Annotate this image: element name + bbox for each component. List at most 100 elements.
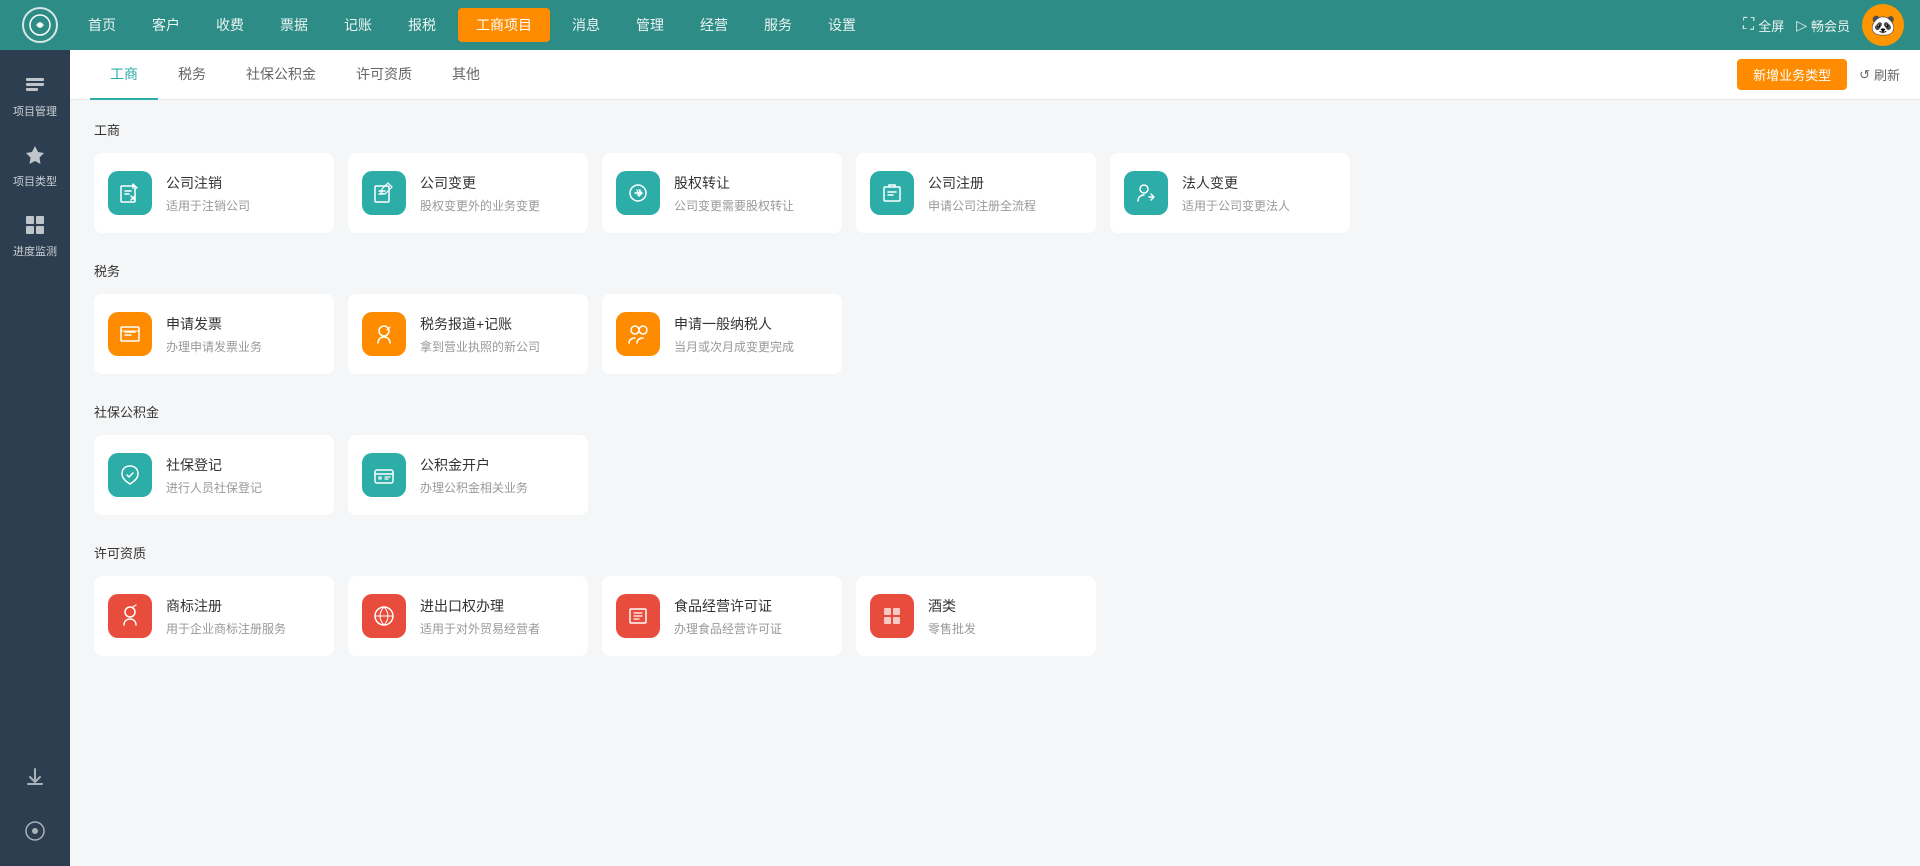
card-info-company-register: 公司注册 申请公司注册全流程	[928, 173, 1036, 214]
sidebar-download-button[interactable]	[0, 752, 70, 802]
logo-icon	[22, 7, 58, 43]
section-title-license: 许可资质	[94, 543, 1896, 562]
svg-text:¥: ¥	[636, 188, 641, 198]
content-area: 工商 税务 社保公积金 许可资质 其他 新增业务类型 ↺ 刷新 工商	[70, 50, 1920, 866]
nav-menu: 首页 客户 收费 票据 记账 报税 工商项目 消息 管理 经营 服务 设置	[70, 0, 1743, 50]
card-icon-import-export	[362, 594, 406, 638]
tab-tax[interactable]: 税务	[158, 50, 226, 100]
tab-actions: 新增业务类型 ↺ 刷新	[1737, 59, 1900, 90]
card-icon-apply-invoice	[108, 312, 152, 356]
card-name-food-license: 食品经营许可证	[674, 596, 782, 616]
card-name-trademark: 商标注册	[166, 596, 286, 616]
member-button[interactable]: ▷ 畅会员	[1796, 16, 1850, 35]
top-navigation: 首页 客户 收费 票据 记账 报税 工商项目 消息 管理 经营 服务 设置 ⛶ …	[0, 0, 1920, 50]
fullscreen-button[interactable]: ⛶ 全屏	[1743, 16, 1784, 35]
card-desc-alcohol: 零售批发	[928, 620, 976, 637]
card-desc-company-register: 申请公司注册全流程	[928, 197, 1036, 214]
refresh-button[interactable]: ↺ 刷新	[1859, 65, 1900, 84]
sidebar-item-project-type[interactable]: 项目类型	[0, 130, 70, 200]
nav-home[interactable]: 首页	[70, 0, 134, 50]
cards-grid-business: 公司注销 适用于注销公司	[94, 153, 1896, 233]
card-provident-fund[interactable]: 公积金开户 办理公积金相关业务	[348, 435, 588, 515]
card-desc-provident-fund: 办理公积金相关业务	[420, 479, 528, 496]
card-info-import-export: 进出口权办理 适用于对外贸易经营者	[420, 596, 540, 637]
nav-management[interactable]: 管理	[618, 0, 682, 50]
card-legal-change[interactable]: 法人变更 适用于公司变更法人	[1110, 153, 1350, 233]
sidebar-item-progress-monitor[interactable]: 进度监测	[0, 200, 70, 270]
add-business-type-button[interactable]: 新增业务类型	[1737, 59, 1847, 90]
card-info-general-taxpayer: 申请一般纳税人 当月或次月成变更完成	[674, 314, 794, 355]
progress-monitor-icon	[21, 211, 49, 239]
card-name-legal-change: 法人变更	[1182, 173, 1290, 193]
sidebar-item-project-management[interactable]: 项目管理	[0, 60, 70, 130]
card-name-company-change: 公司变更	[420, 173, 540, 193]
card-name-general-taxpayer: 申请一般纳税人	[674, 314, 794, 334]
card-icon-tax-bookkeeping	[362, 312, 406, 356]
section-social-security: 社保公积金 社保登记 进行人员社保登记	[94, 402, 1896, 515]
fullscreen-icon: ⛶	[1743, 16, 1754, 34]
card-info-trademark: 商标注册 用于企业商标注册服务	[166, 596, 286, 637]
card-company-register[interactable]: 公司注册 申请公司注册全流程	[856, 153, 1096, 233]
card-name-company-register: 公司注册	[928, 173, 1036, 193]
card-desc-company-deregister: 适用于注销公司	[166, 197, 250, 214]
card-company-deregister[interactable]: 公司注销 适用于注销公司	[94, 153, 334, 233]
nav-customer[interactable]: 客户	[134, 0, 198, 50]
card-food-license[interactable]: 食品经营许可证 办理食品经营许可证	[602, 576, 842, 656]
nav-right: ⛶ 全屏 ▷ 畅会员 🐼	[1743, 4, 1920, 46]
nav-business[interactable]: 工商项目	[458, 8, 550, 42]
card-icon-company-deregister	[108, 171, 152, 215]
sidebar-label-project-type: 项目类型	[13, 173, 57, 189]
nav-operation[interactable]: 经营	[682, 0, 746, 50]
tab-business[interactable]: 工商	[90, 50, 158, 100]
card-alcohol[interactable]: 酒类 零售批发	[856, 576, 1096, 656]
card-tax-bookkeeping[interactable]: 税务报道+记账 拿到营业执照的新公司	[348, 294, 588, 374]
card-name-import-export: 进出口权办理	[420, 596, 540, 616]
section-title-tax: 税务	[94, 261, 1896, 280]
card-desc-trademark: 用于企业商标注册服务	[166, 620, 286, 637]
card-icon-company-change	[362, 171, 406, 215]
scroll-content: 工商 公司注销 适用于注销公司	[70, 100, 1920, 866]
card-company-change[interactable]: 公司变更 股权变更外的业务变更	[348, 153, 588, 233]
card-equity-transfer[interactable]: ¥ 股权转让 公司变更需要股权转让	[602, 153, 842, 233]
nav-fee[interactable]: 收费	[198, 0, 262, 50]
card-icon-equity-transfer: ¥	[616, 171, 660, 215]
card-desc-equity-transfer: 公司变更需要股权转让	[674, 197, 794, 214]
sidebar-bottom	[0, 752, 70, 866]
card-icon-trademark	[108, 594, 152, 638]
nav-invoice[interactable]: 票据	[262, 0, 326, 50]
project-management-icon	[21, 71, 49, 99]
card-info-company-change: 公司变更 股权变更外的业务变更	[420, 173, 540, 214]
card-name-company-deregister: 公司注销	[166, 173, 250, 193]
section-tax: 税务 申请发票 办理申请发票业务	[94, 261, 1896, 374]
tab-other[interactable]: 其他	[432, 50, 500, 100]
card-import-export[interactable]: 进出口权办理 适用于对外贸易经营者	[348, 576, 588, 656]
sidebar-label-project-management: 项目管理	[13, 103, 57, 119]
card-desc-food-license: 办理食品经营许可证	[674, 620, 782, 637]
mascot-avatar[interactable]: 🐼	[1862, 4, 1904, 46]
section-title-social-security: 社保公积金	[94, 402, 1896, 421]
card-name-equity-transfer: 股权转让	[674, 173, 794, 193]
nav-tax[interactable]: 报税	[390, 0, 454, 50]
main-layout: 项目管理 项目类型 进度监测	[0, 50, 1920, 866]
card-social-insurance[interactable]: 社保登记 进行人员社保登记	[94, 435, 334, 515]
nav-bookkeeping[interactable]: 记账	[326, 0, 390, 50]
cards-grid-tax: 申请发票 办理申请发票业务 税务报	[94, 294, 1896, 374]
sidebar-help-button[interactable]	[0, 806, 70, 856]
card-icon-food-license	[616, 594, 660, 638]
card-info-tax-bookkeeping: 税务报道+记账 拿到营业执照的新公司	[420, 314, 540, 355]
section-title-business: 工商	[94, 120, 1896, 139]
card-apply-invoice[interactable]: 申请发票 办理申请发票业务	[94, 294, 334, 374]
card-info-company-deregister: 公司注销 适用于注销公司	[166, 173, 250, 214]
tab-license[interactable]: 许可资质	[336, 50, 432, 100]
card-trademark[interactable]: 商标注册 用于企业商标注册服务	[94, 576, 334, 656]
nav-service[interactable]: 服务	[746, 0, 810, 50]
card-desc-social-insurance: 进行人员社保登记	[166, 479, 262, 496]
cards-grid-license: 商标注册 用于企业商标注册服务 进出口权办理	[94, 576, 1896, 656]
tab-social-security[interactable]: 社保公积金	[226, 50, 336, 100]
sidebar-label-progress-monitor: 进度监测	[13, 243, 57, 259]
nav-settings[interactable]: 设置	[810, 0, 874, 50]
card-icon-social-insurance	[108, 453, 152, 497]
card-name-provident-fund: 公积金开户	[420, 455, 528, 475]
nav-message[interactable]: 消息	[554, 0, 618, 50]
card-general-taxpayer[interactable]: 申请一般纳税人 当月或次月成变更完成	[602, 294, 842, 374]
